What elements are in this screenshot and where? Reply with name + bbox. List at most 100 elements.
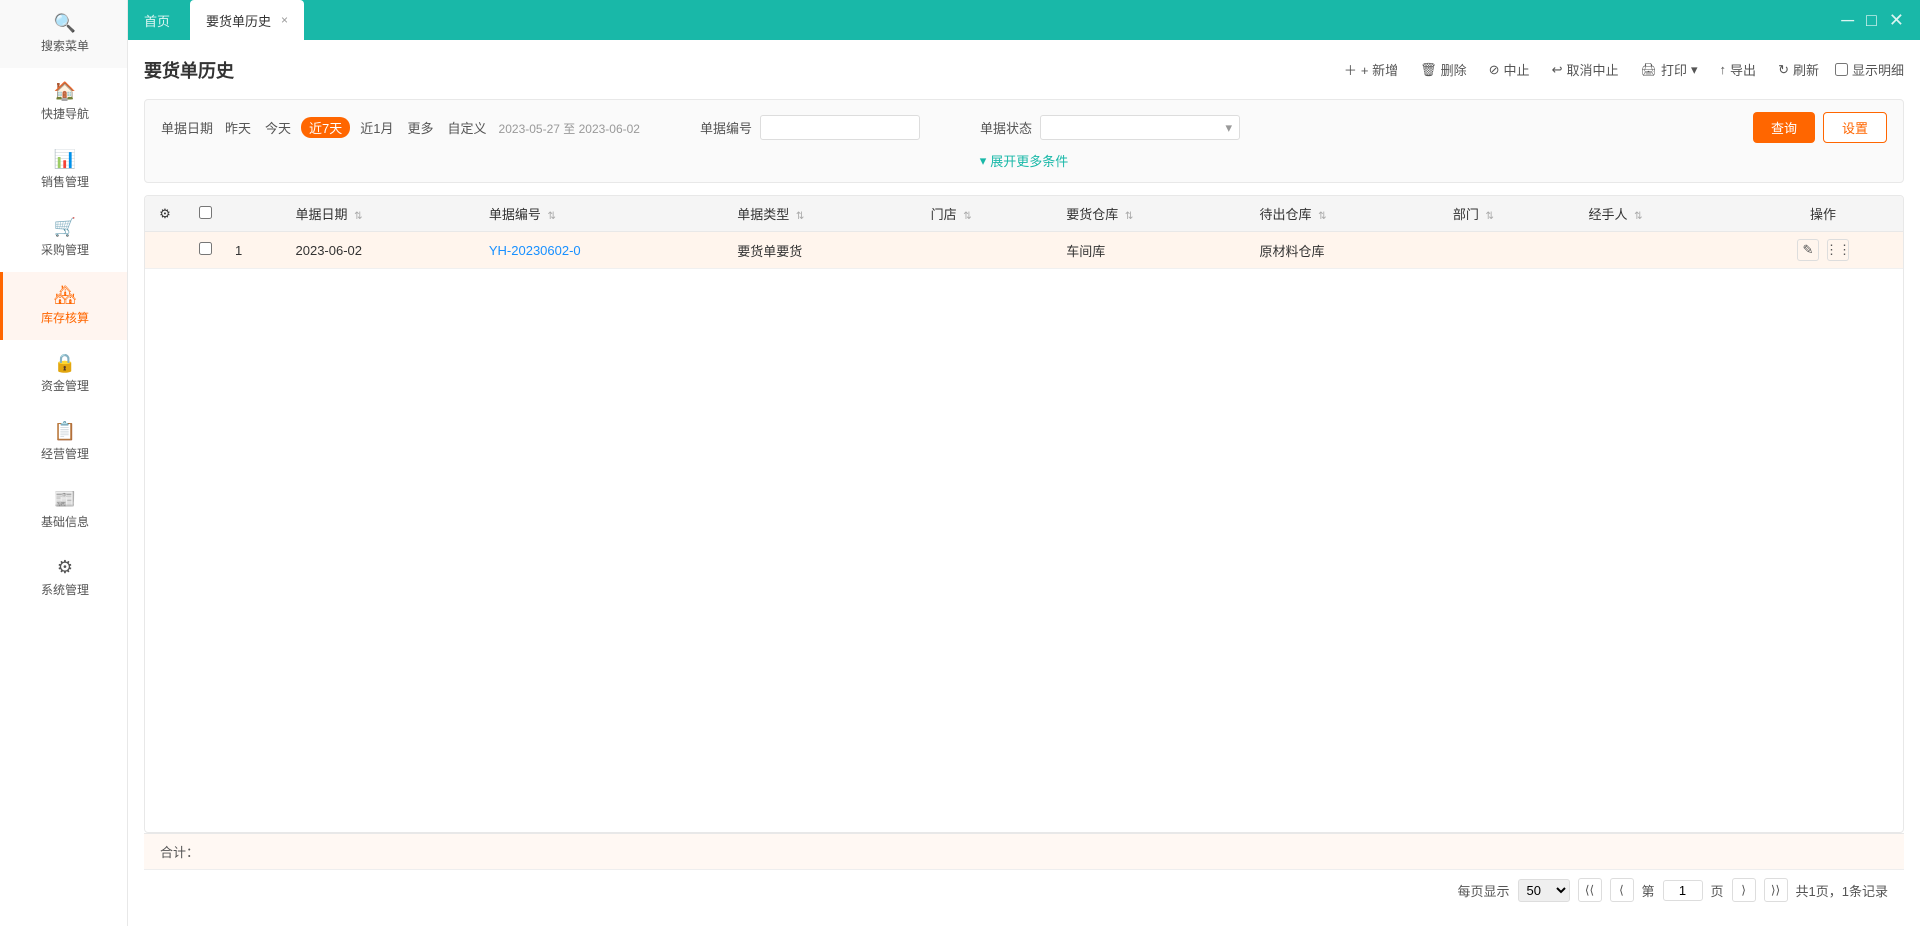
sys-mgmt-label: 系统管理 bbox=[41, 581, 89, 598]
th-dept[interactable]: 部门 ⇅ bbox=[1443, 196, 1579, 232]
th-req-warehouse[interactable]: 要货仓库 ⇅ bbox=[1056, 196, 1249, 232]
cancel-stop-icon: ↩ bbox=[1552, 62, 1563, 78]
table-footer: 合计： bbox=[144, 833, 1904, 869]
delete-button[interactable]: 🗑 删除 bbox=[1414, 56, 1473, 83]
sys-mgmt-icon: ⚙ bbox=[57, 558, 73, 576]
filter-area: 单据日期 昨天今天近7天近1月更多自定义 2023-05-27 至 2023-0… bbox=[144, 99, 1904, 183]
cell-order-type: 要货单要货 bbox=[727, 232, 920, 269]
table-row: 1 2023-06-02 YH-20230602-0 要货单要货 车间库 原材料… bbox=[145, 232, 1903, 269]
filter-row-1: 单据日期 昨天今天近7天近1月更多自定义 2023-05-27 至 2023-0… bbox=[161, 112, 1887, 143]
more-icon[interactable]: ⋮⋮ bbox=[1827, 239, 1849, 261]
date-shortcuts: 昨天今天近7天近1月更多自定义 bbox=[221, 117, 491, 138]
date-shortcut-last1month[interactable]: 近1月 bbox=[356, 117, 397, 138]
sidebar: 🔍 搜索菜单 🏠 快捷导航 📊 销售管理 🛒 采购管理 🏘 库存核算 🔒 资金管… bbox=[0, 0, 128, 926]
sort-icon-order-type: ⇅ bbox=[796, 211, 804, 222]
tab-close-requisition-history[interactable]: × bbox=[281, 13, 288, 27]
stop-button[interactable]: ⊘ 中止 bbox=[1483, 56, 1536, 83]
sort-icon-handler: ⇅ bbox=[1634, 211, 1642, 222]
sidebar-item-finance-mgmt[interactable]: 🔒 资金管理 bbox=[0, 340, 127, 408]
new-button[interactable]: ＋ + 新增 bbox=[1338, 56, 1404, 83]
row-checkbox-0[interactable] bbox=[199, 242, 212, 255]
export-icon: ↑ bbox=[1720, 62, 1727, 77]
tab-home[interactable]: 首页 bbox=[128, 0, 186, 40]
export-button[interactable]: ↑ 导出 bbox=[1714, 56, 1763, 83]
sidebar-item-sales-mgmt[interactable]: 📊 销售管理 bbox=[0, 136, 127, 204]
sort-icon-dept: ⇅ bbox=[1486, 211, 1494, 222]
cell-store bbox=[921, 232, 1057, 269]
query-button[interactable]: 查询 bbox=[1753, 112, 1815, 143]
status-select-wrap bbox=[1040, 115, 1240, 140]
expand-more[interactable]: ▾ 展开更多条件 bbox=[161, 151, 1887, 170]
page-label-before: 第 bbox=[1642, 881, 1655, 900]
basic-info-icon: 📰 bbox=[54, 490, 76, 508]
order-no-link[interactable]: YH-20230602-0 bbox=[489, 243, 581, 258]
pagination-area: 每页显示 102050100 ⟨⟨ ⟨ 第 页 ⟩ ⟩⟩ 共1页，1条记录 bbox=[144, 869, 1904, 910]
date-shortcut-last7days[interactable]: 近7天 bbox=[301, 117, 350, 138]
sort-icon-pending-warehouse: ⇅ bbox=[1318, 211, 1326, 222]
select-all-checkbox[interactable] bbox=[199, 206, 212, 219]
window-actions: ─ □ ✕ bbox=[1841, 10, 1920, 31]
th-settings[interactable]: ⚙ bbox=[145, 196, 185, 232]
page-header: 要货单历史 ＋ + 新增 🗑 删除 ⊘ 中止 ↩ 取消中止 bbox=[144, 56, 1904, 83]
th-order-no[interactable]: 单据编号 ⇅ bbox=[479, 196, 727, 232]
sidebar-item-search-menu[interactable]: 🔍 搜索菜单 bbox=[0, 0, 127, 68]
page-input[interactable] bbox=[1663, 880, 1703, 901]
cell-date: 2023-06-02 bbox=[286, 232, 479, 269]
cell-ops: ✎ ⋮⋮ bbox=[1743, 232, 1903, 269]
close-button[interactable]: ✕ bbox=[1889, 10, 1904, 31]
minimize-button[interactable]: ─ bbox=[1841, 10, 1854, 31]
cell-dept bbox=[1443, 232, 1579, 269]
show-detail-input[interactable] bbox=[1835, 63, 1848, 76]
edit-icon[interactable]: ✎ bbox=[1797, 239, 1819, 261]
sidebar-item-quick-nav[interactable]: 🏠 快捷导航 bbox=[0, 68, 127, 136]
total-label: 合计： bbox=[160, 842, 199, 861]
sidebar-item-ops-mgmt[interactable]: 📋 经营管理 bbox=[0, 408, 127, 476]
ops-mgmt-icon: 📋 bbox=[54, 422, 76, 440]
date-filter-group: 单据日期 昨天今天近7天近1月更多自定义 2023-05-27 至 2023-0… bbox=[161, 117, 640, 138]
settings-button[interactable]: 设置 bbox=[1823, 112, 1887, 143]
th-pending-warehouse[interactable]: 待出仓库 ⇅ bbox=[1250, 196, 1443, 232]
toolbar: ＋ + 新增 🗑 删除 ⊘ 中止 ↩ 取消中止 🖨 打印 bbox=[1338, 56, 1904, 83]
prev-page-button[interactable]: ⟨ bbox=[1610, 878, 1634, 902]
new-icon: ＋ bbox=[1344, 60, 1357, 79]
sidebar-item-basic-info[interactable]: 📰 基础信息 bbox=[0, 476, 127, 544]
sidebar-item-sys-mgmt[interactable]: ⚙ 系统管理 bbox=[0, 544, 127, 612]
sidebar-item-inventory[interactable]: 🏘 库存核算 bbox=[0, 272, 127, 340]
th-store[interactable]: 门店 ⇅ bbox=[921, 196, 1057, 232]
page-title: 要货单历史 bbox=[144, 57, 234, 83]
tab-label-home: 首页 bbox=[144, 11, 170, 30]
tab-requisition-history[interactable]: 要货单历史× bbox=[190, 0, 304, 40]
date-shortcut-more[interactable]: 更多 bbox=[404, 117, 438, 138]
cell-settings[interactable] bbox=[145, 232, 185, 269]
cell-order-no[interactable]: YH-20230602-0 bbox=[479, 232, 727, 269]
first-page-button[interactable]: ⟨⟨ bbox=[1578, 878, 1602, 902]
delete-icon: 🗑 bbox=[1420, 62, 1437, 78]
data-table-wrap: ⚙ 单据日期 ⇅ 单据编号 ⇅ 单据类型 ⇅ 门店 ⇅ 要货仓库 ⇅ 待出仓库 … bbox=[144, 195, 1904, 833]
page-label-after: 页 bbox=[1711, 881, 1724, 900]
status-select[interactable] bbox=[1040, 115, 1240, 140]
cancel-stop-button[interactable]: ↩ 取消中止 bbox=[1546, 56, 1625, 83]
cell-handler bbox=[1578, 232, 1742, 269]
per-page-select[interactable]: 102050100 bbox=[1518, 879, 1570, 902]
order-no-input[interactable] bbox=[760, 115, 920, 140]
date-shortcut-today[interactable]: 今天 bbox=[261, 117, 295, 138]
cell-req-warehouse: 车间库 bbox=[1056, 232, 1249, 269]
sidebar-item-purchase-mgmt[interactable]: 🛒 采购管理 bbox=[0, 204, 127, 272]
search-menu-icon: 🔍 bbox=[54, 14, 76, 32]
purchase-mgmt-icon: 🛒 bbox=[54, 218, 76, 236]
refresh-button[interactable]: ↻ 刷新 bbox=[1772, 56, 1825, 83]
th-handler[interactable]: 经手人 ⇅ bbox=[1578, 196, 1742, 232]
th-date[interactable]: 单据日期 ⇅ bbox=[286, 196, 479, 232]
maximize-button[interactable]: □ bbox=[1866, 10, 1877, 31]
inventory-label: 库存核算 bbox=[41, 309, 89, 326]
th-checkbox[interactable] bbox=[185, 196, 225, 232]
show-detail-checkbox[interactable]: 显示明细 bbox=[1835, 60, 1904, 79]
print-button[interactable]: 🖨 打印 ▾ bbox=[1634, 56, 1703, 83]
last-page-button[interactable]: ⟩⟩ bbox=[1764, 878, 1788, 902]
next-page-button[interactable]: ⟩ bbox=[1732, 878, 1756, 902]
date-shortcut-yesterday[interactable]: 昨天 bbox=[221, 117, 255, 138]
cell-checkbox[interactable] bbox=[185, 232, 225, 269]
date-shortcut-custom[interactable]: 自定义 bbox=[444, 117, 491, 138]
th-order-type[interactable]: 单据类型 ⇅ bbox=[727, 196, 920, 232]
sales-mgmt-label: 销售管理 bbox=[41, 173, 89, 190]
